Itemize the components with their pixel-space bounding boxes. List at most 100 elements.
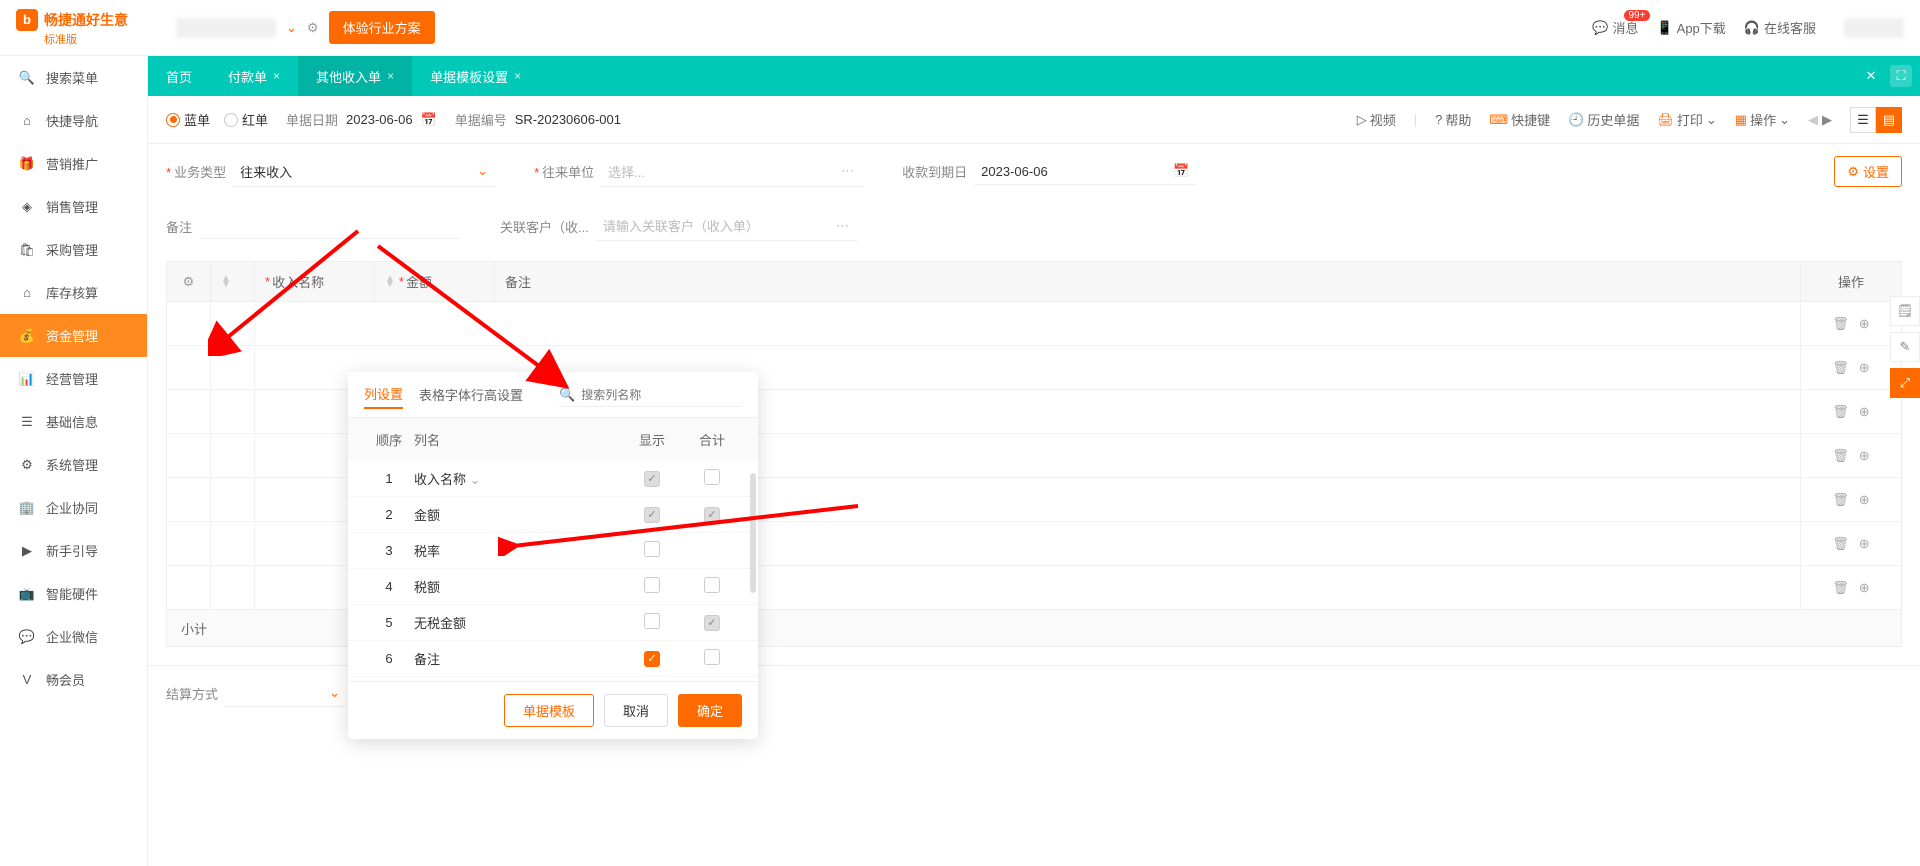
delete-icon[interactable]: 🗑 <box>1832 448 1849 464</box>
radio-red[interactable]: 红单 <box>224 110 268 129</box>
delete-icon[interactable]: 🗑 <box>1832 492 1849 508</box>
popup-tab-columns[interactable]: 列设置 <box>364 384 403 409</box>
chevron-down-icon: ⌄ <box>1706 112 1717 128</box>
note-icon[interactable]: 🗒 <box>1890 296 1920 326</box>
sidebar-item[interactable]: V畅会员 <box>0 658 147 701</box>
delete-icon[interactable]: 🗑 <box>1832 580 1849 596</box>
sidebar-item[interactable]: 💬企业微信 <box>0 615 147 658</box>
due-date-input[interactable]: 2023-06-06 📅 <box>975 158 1195 185</box>
form-toolbar: 蓝单 红单 单据日期 2023-06-06 📅 单据编号 SR-20230606… <box>148 96 1920 144</box>
table-row[interactable]: 🗑 ⊕ <box>167 302 1901 346</box>
th-amount[interactable]: ▲▼*金额 <box>375 262 495 301</box>
next-icon[interactable]: ▶ <box>1822 112 1832 128</box>
online-service-link[interactable]: 🎧 在线客服 <box>1744 18 1816 37</box>
delete-icon[interactable]: 🗑 <box>1832 536 1849 552</box>
sidebar-item[interactable]: 🏢企业协同 <box>0 486 147 529</box>
checkbox-off-icon[interactable] <box>704 577 720 593</box>
messages-link[interactable]: 💬 消息 99+ <box>1592 18 1638 37</box>
edit-icon[interactable]: ✎ <box>1890 332 1920 362</box>
biz-type-select[interactable]: 往来收入 ⌄ <box>234 157 494 187</box>
sidebar-item[interactable]: 📺智能硬件 <box>0 572 147 615</box>
sidebar-item[interactable]: 💰资金管理 <box>0 314 147 357</box>
delete-icon[interactable]: 🗑 <box>1832 404 1849 420</box>
add-row-icon[interactable]: ⊕ <box>1859 316 1870 332</box>
add-row-icon[interactable]: ⊕ <box>1859 536 1870 552</box>
checkbox-off-icon[interactable] <box>704 469 720 485</box>
checkbox-off-icon[interactable] <box>644 613 660 629</box>
sort-icon[interactable]: ▲▼ <box>221 276 231 288</box>
unit-select[interactable]: 选择... ⋯ <box>602 157 862 187</box>
sidebar-item[interactable]: ⚙系统管理 <box>0 443 147 486</box>
popup-tab-font[interactable]: 表格字体行高设置 <box>419 385 523 408</box>
th-remark[interactable]: 备注 <box>495 262 1801 301</box>
tab[interactable]: 其他收入单× <box>298 56 412 96</box>
ellipsis-icon: ⋯ <box>836 218 851 234</box>
delete-icon[interactable]: 🗑 <box>1832 360 1849 376</box>
tab[interactable]: 首页 <box>148 56 210 96</box>
ops-link[interactable]: ▦操作 ⌄ <box>1735 110 1790 129</box>
delete-icon[interactable]: 🗑 <box>1832 316 1849 332</box>
radio-blue[interactable]: 蓝单 <box>166 110 210 129</box>
print-icon: 🖨 <box>1657 112 1674 128</box>
add-row-icon[interactable]: ⊕ <box>1859 404 1870 420</box>
add-row-icon[interactable]: ⊕ <box>1859 360 1870 376</box>
date-value[interactable]: 2023-06-06 <box>346 112 413 127</box>
sidebar-item[interactable]: 🎁营销推广 <box>0 142 147 185</box>
th-income-name[interactable]: *收入名称 <box>255 262 375 301</box>
app-download-link[interactable]: 📱 App下载 <box>1656 18 1725 37</box>
settle-select[interactable]: ⌄ <box>226 680 346 707</box>
confirm-button[interactable]: 确定 <box>678 694 742 727</box>
gear-icon[interactable]: ⚙ <box>307 20 319 36</box>
top-header: b 畅捷通好生意 标准版 ⌄ ⚙ 体验行业方案 💬 消息 99+ 📱 App下载… <box>0 0 1920 56</box>
calendar-icon[interactable]: 📅 <box>421 112 437 128</box>
tab-close-icon[interactable]: × <box>514 69 521 83</box>
tab[interactable]: 付款单× <box>210 56 298 96</box>
popup-row: 7 核销金额 <box>348 677 758 681</box>
column-settings-gear-icon[interactable]: ⚙ <box>167 262 211 301</box>
checkbox-disabled-icon: ✓ <box>704 615 720 631</box>
sidebar-item[interactable]: 📊经营管理 <box>0 357 147 400</box>
rel-customer-input[interactable]: 请输入关联客户（收入单） ⋯ <box>597 211 857 241</box>
history-link[interactable]: 🕘历史单据 <box>1568 110 1639 129</box>
resize-icon[interactable]: ⤢ <box>1890 368 1920 398</box>
sidebar-item[interactable]: 🛍采购管理 <box>0 228 147 271</box>
video-link[interactable]: ▷视频 <box>1357 110 1396 129</box>
tab[interactable]: 单据模板设置× <box>412 56 539 96</box>
try-industry-button[interactable]: 体验行业方案 <box>329 11 435 44</box>
popup-row-name: 金额 <box>414 501 622 528</box>
settings-button[interactable]: ⚙ 设置 <box>1834 156 1902 187</box>
checkbox-off-icon[interactable] <box>644 577 660 593</box>
column-search-input[interactable] <box>581 388 742 402</box>
help-link[interactable]: ?帮助 <box>1435 110 1471 129</box>
tab-close-icon[interactable]: × <box>387 69 394 83</box>
sidebar-item[interactable]: ⌂快捷导航 <box>0 99 147 142</box>
expand-icon[interactable]: ⛶ <box>1890 65 1912 87</box>
add-row-icon[interactable]: ⊕ <box>1859 492 1870 508</box>
add-row-icon[interactable]: ⊕ <box>1859 580 1870 596</box>
checkbox-on-icon[interactable]: ✓ <box>644 651 660 667</box>
chevron-down-icon[interactable]: ⌄ <box>470 472 481 487</box>
sidebar-item[interactable]: ⌂库存核算 <box>0 271 147 314</box>
remark-input[interactable] <box>200 213 460 239</box>
prev-icon[interactable]: ◀ <box>1808 112 1818 128</box>
sidebar-item[interactable]: ◈销售管理 <box>0 185 147 228</box>
popup-scrollbar[interactable] <box>750 473 756 593</box>
sidebar-item[interactable]: ▶新手引导 <box>0 529 147 572</box>
rel-customer-label: 关联客户（收... <box>500 217 589 236</box>
sidebar-item[interactable]: ☰基础信息 <box>0 400 147 443</box>
view-card-icon[interactable]: ▤ <box>1876 107 1902 133</box>
view-list-icon[interactable]: ☰ <box>1850 107 1876 133</box>
popup-row-name: 收入名称 ⌄ <box>414 465 622 492</box>
template-button[interactable]: 单据模板 <box>504 694 594 727</box>
checkbox-off-icon[interactable] <box>704 649 720 665</box>
shortcut-link[interactable]: ⌨快捷键 <box>1489 110 1550 129</box>
checkbox-off-icon[interactable] <box>644 541 660 557</box>
tab-close-icon[interactable]: × <box>273 69 280 83</box>
print-link[interactable]: 🖨打印 ⌄ <box>1657 110 1716 129</box>
user-avatar-blurred[interactable] <box>1844 18 1904 38</box>
add-row-icon[interactable]: ⊕ <box>1859 448 1870 464</box>
sidebar-item[interactable]: 🔍搜索菜单 <box>0 56 147 99</box>
chevron-down-icon[interactable]: ⌄ <box>286 20 297 36</box>
cancel-button[interactable]: 取消 <box>604 694 668 727</box>
tab-close-all-icon[interactable]: ✕ <box>1860 65 1882 87</box>
